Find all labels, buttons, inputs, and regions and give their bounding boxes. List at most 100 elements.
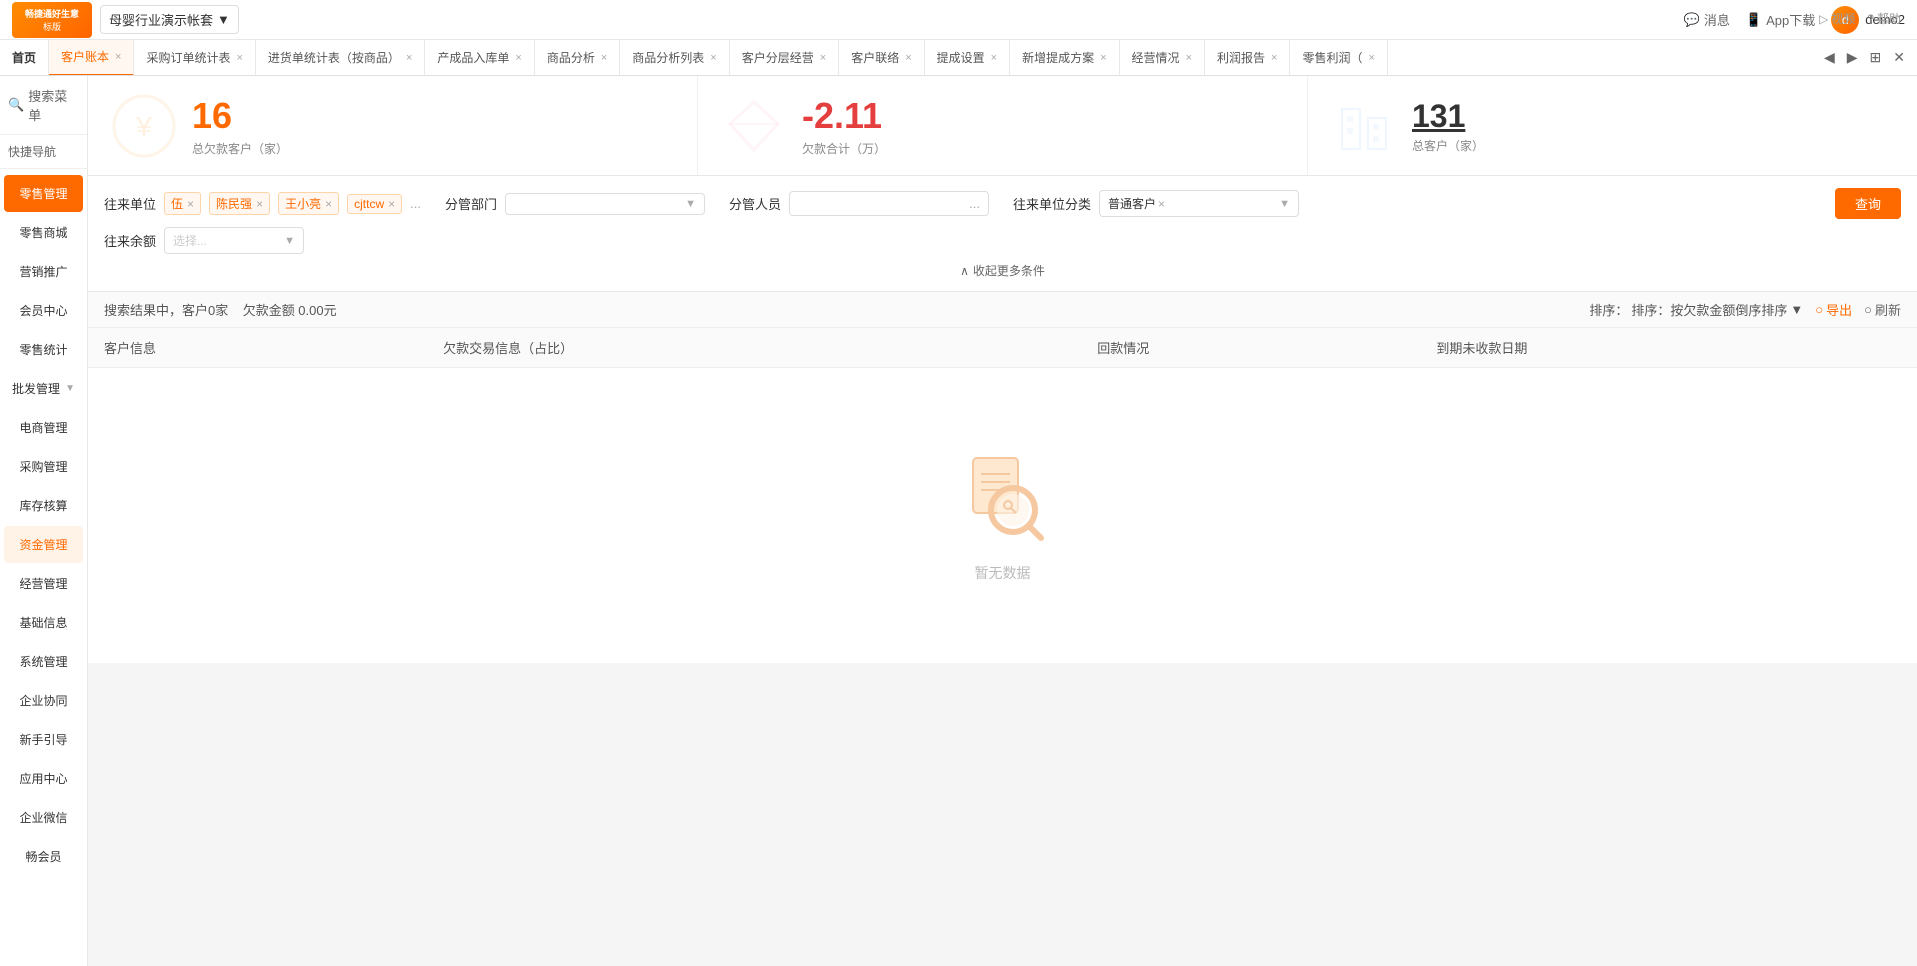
filter-row-1: 往来单位 伍 × 陈民强 × 王小亮 × cjttcw × ... xyxy=(104,188,1901,219)
top-bar-left: 畅捷通好生意 标版 母婴行业演示帐套 ▼ xyxy=(12,2,239,38)
tab-operation[interactable]: 经营情况 × xyxy=(1120,40,1205,76)
close-icon[interactable]: × xyxy=(601,52,607,64)
tab-customer-tier[interactable]: 客户分层经营 × xyxy=(730,40,839,76)
summary-cards: ▷ 视频 ? 帮助 ¥ 16 总欠款客户（家） xyxy=(88,76,1917,176)
category-select[interactable]: 普通客户 × ▼ xyxy=(1099,190,1299,217)
col-due-date: 到期未收款日期 xyxy=(1420,328,1917,368)
money-icon: ¥ xyxy=(112,94,176,158)
sidebar-item-system[interactable]: 系统管理 xyxy=(4,643,83,680)
card-debt-data: 16 总欠款客户（家） xyxy=(192,94,288,156)
debt-total-value: -2.11 xyxy=(802,94,886,137)
sidebar-item-wechat[interactable]: 企业微信 xyxy=(4,799,83,836)
tab-profit-report[interactable]: 利润报告 × xyxy=(1205,40,1290,76)
sidebar-item-inventory[interactable]: 库存核算 xyxy=(4,487,83,524)
category-filter-label: 往来单位分类 xyxy=(1013,194,1091,213)
person-more-icon[interactable]: ... xyxy=(969,196,980,211)
tab-product-analysis-list[interactable]: 商品分析列表 × xyxy=(620,40,729,76)
app-download-btn[interactable]: 📱 App下载 xyxy=(1746,10,1815,29)
close-icon[interactable]: × xyxy=(236,52,242,64)
prev-tab-btn[interactable]: ◀ xyxy=(1820,47,1839,68)
close-icon[interactable]: × xyxy=(820,52,826,64)
sidebar-quick-nav[interactable]: 快捷导航 xyxy=(0,135,87,169)
tab-accounts[interactable]: 客户账本 × xyxy=(49,40,134,76)
top-bar: 畅捷通好生意 标版 母婴行业演示帐套 ▼ 💬 消息 📱 App下载 d demo… xyxy=(0,0,1917,40)
close-icon[interactable]: × xyxy=(1100,52,1106,64)
tab-purchase-stats[interactable]: 进货单统计表（按商品） × xyxy=(256,40,425,76)
dept-select[interactable]: ▼ xyxy=(505,193,705,215)
sidebar-item-marketing[interactable]: 营销推广 xyxy=(4,253,83,290)
sidebar-item-retail[interactable]: 零售管理 xyxy=(4,175,83,212)
chevron-down-icon: ▼ xyxy=(65,383,75,394)
tab-product-inbound[interactable]: 产成品入库单 × xyxy=(425,40,534,76)
brand-logo: 畅捷通好生意 标版 xyxy=(12,2,92,38)
close-icon[interactable]: × xyxy=(1368,52,1374,64)
sidebar-item-finance[interactable]: 资金管理 xyxy=(4,526,83,563)
close-icon[interactable]: × xyxy=(515,52,521,64)
filter-tag-unit-1[interactable]: 陈民强 × xyxy=(209,192,270,215)
collapse-button[interactable]: ∧ 收起更多条件 xyxy=(960,262,1045,279)
remove-filter-0[interactable]: × xyxy=(187,197,194,211)
close-icon[interactable]: × xyxy=(1271,52,1277,64)
filter-row-2: 往来余额 选择... ▼ xyxy=(104,227,1901,254)
filter-tag-unit-all[interactable]: 伍 × xyxy=(164,192,201,215)
sidebar-item-app-center[interactable]: 应用中心 xyxy=(4,760,83,797)
sidebar-item-retail-stats[interactable]: 零售统计 xyxy=(4,331,83,368)
tab-new-improve[interactable]: 新增提成方案 × xyxy=(1010,40,1119,76)
sidebar-item-operations[interactable]: 经营管理 xyxy=(4,565,83,602)
more-tags-btn[interactable]: ... xyxy=(410,196,421,211)
card-debt-total-data: -2.11 欠款合计（万） xyxy=(802,94,886,156)
tab-purchase-orders[interactable]: 采购订单统计表 × xyxy=(134,40,255,76)
sidebar-item-retail-store[interactable]: 零售商城 xyxy=(4,214,83,251)
tab-improve-settings[interactable]: 提成设置 × xyxy=(925,40,1010,76)
close-icon[interactable]: × xyxy=(115,51,121,63)
close-icon[interactable]: × xyxy=(710,52,716,64)
tab-retail-profit[interactable]: 零售利润（ × xyxy=(1290,40,1387,76)
filter-row-collapse: ∧ 收起更多条件 xyxy=(104,262,1901,279)
filter-tag-unit-2[interactable]: 王小亮 × xyxy=(278,192,339,215)
close-icon[interactable]: × xyxy=(1186,52,1192,64)
sidebar-item-basic-info[interactable]: 基础信息 xyxy=(4,604,83,641)
export-btn[interactable]: ○ 导出 xyxy=(1815,300,1852,319)
sidebar-item-vip[interactable]: 畅会员 xyxy=(4,838,83,875)
remove-category-tag[interactable]: × xyxy=(1158,197,1165,211)
sidebar-item-ecommerce[interactable]: 电商管理 xyxy=(4,409,83,446)
sidebar-item-enterprise[interactable]: 企业协同 xyxy=(4,682,83,719)
remove-filter-3[interactable]: × xyxy=(388,197,395,211)
balance-select[interactable]: 选择... ▼ xyxy=(164,227,304,254)
dept-filter-label: 分管部门 xyxy=(445,194,497,213)
card-total-customers-data: 131 总客户（家） xyxy=(1412,97,1484,154)
expand-tabs-btn[interactable]: ⊞ xyxy=(1866,47,1886,68)
remove-filter-2[interactable]: × xyxy=(325,197,332,211)
category-tag[interactable]: 普通客户 × xyxy=(1108,195,1165,212)
tab-product-analysis[interactable]: 商品分析 × xyxy=(535,40,620,76)
person-select[interactable]: ... xyxy=(789,191,989,216)
remove-filter-1[interactable]: × xyxy=(256,197,263,211)
tab-home[interactable]: 首页 xyxy=(0,40,49,76)
filter-tag-unit-3[interactable]: cjttcw × xyxy=(347,194,402,214)
tab-customer-contact[interactable]: 客户联络 × xyxy=(839,40,924,76)
data-table: 客户信息 欠款交易信息（占比） 回款情况 到期未收款日期 xyxy=(88,328,1917,663)
sidebar-nav: 零售管理 零售商城 营销推广 会员中心 零售统计 批发管理 ▼ 电商管理 采 xyxy=(0,169,87,881)
sidebar-search[interactable]: 🔍 搜索菜单 xyxy=(0,76,87,135)
table-header-row: 客户信息 欠款交易信息（占比） 回款情况 到期未收款日期 xyxy=(88,328,1917,368)
search-icon: 🔍 xyxy=(8,97,24,113)
sidebar-item-guide[interactable]: 新手引导 xyxy=(4,721,83,758)
refresh-btn[interactable]: ○ 刷新 xyxy=(1864,300,1901,319)
balance-arrow-icon: ▼ xyxy=(284,235,295,247)
company-selector[interactable]: 母婴行业演示帐套 ▼ xyxy=(100,5,239,34)
sort-selector[interactable]: 排序： 排序：按欠款金额倒序排序 ▼ xyxy=(1589,300,1803,319)
close-all-tabs-btn[interactable]: ✕ xyxy=(1889,47,1909,68)
query-button[interactable]: 查询 xyxy=(1835,188,1901,219)
close-icon[interactable]: × xyxy=(406,52,412,64)
debt-customers-label: 总欠款客户（家） xyxy=(192,140,288,157)
nav-tabs: 首页 客户账本 × 采购订单统计表 × 进货单统计表（按商品） × 产成品入库单… xyxy=(0,40,1917,76)
sidebar-item-purchase[interactable]: 采购管理 xyxy=(4,448,83,485)
close-icon[interactable]: × xyxy=(991,52,997,64)
close-icon[interactable]: × xyxy=(905,52,911,64)
sidebar-item-member[interactable]: 会员中心 xyxy=(4,292,83,329)
result-actions: 排序： 排序：按欠款金额倒序排序 ▼ ○ 导出 ○ 刷新 xyxy=(1589,300,1901,319)
col-debt-info: 欠款交易信息（占比） xyxy=(427,328,1081,368)
next-tab-btn[interactable]: ▶ xyxy=(1843,47,1862,68)
sidebar-item-wholesale[interactable]: 批发管理 ▼ xyxy=(4,370,83,407)
message-btn[interactable]: 💬 消息 xyxy=(1684,10,1730,29)
